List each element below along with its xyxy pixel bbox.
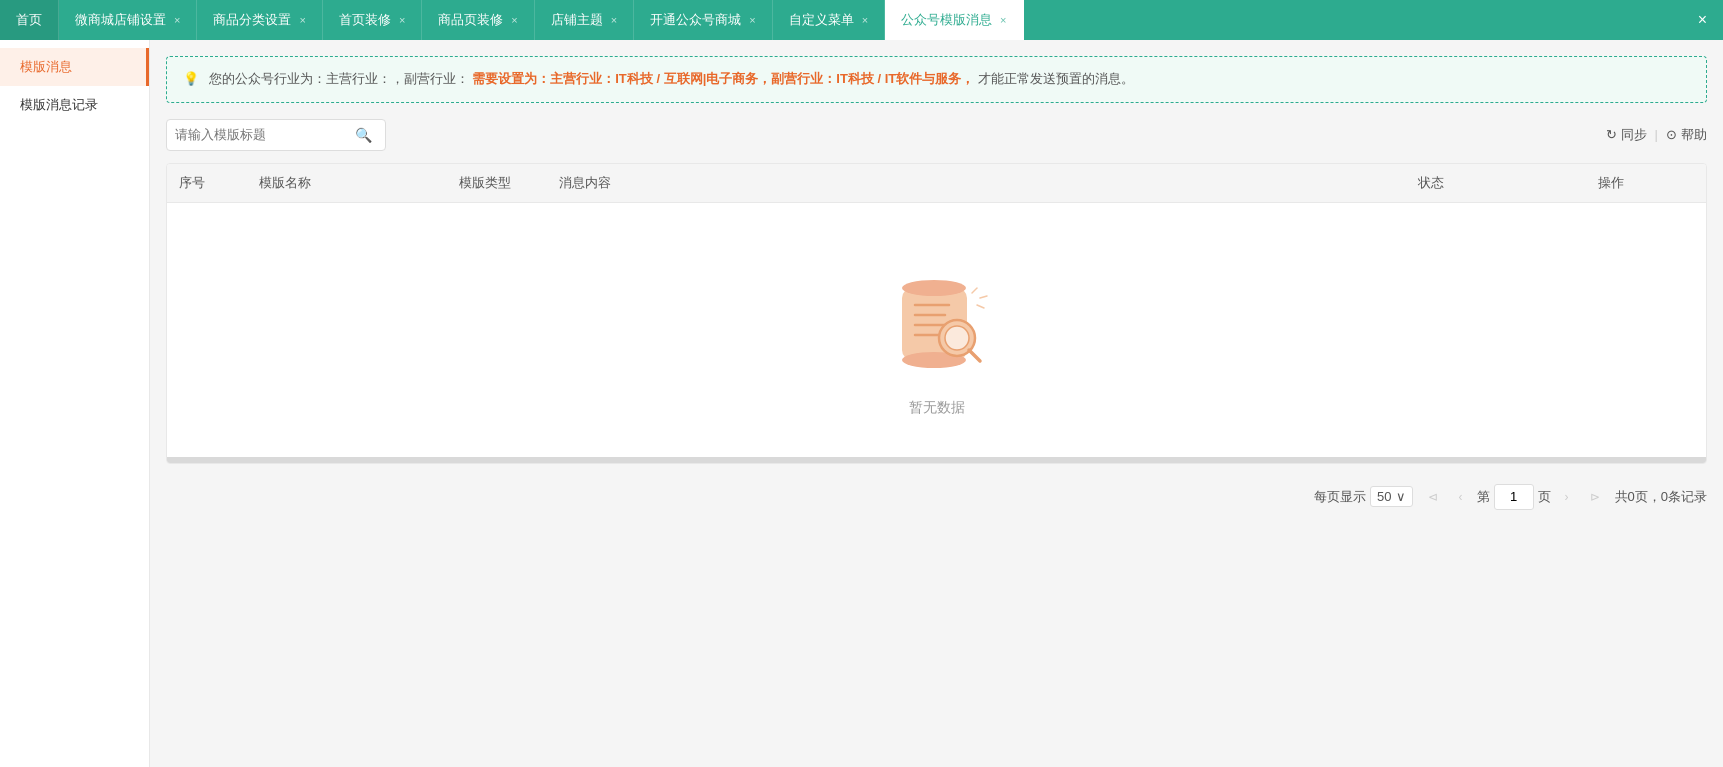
tab-open-shop[interactable]: 开通公众号商城 × bbox=[634, 0, 772, 40]
table-col-content: 消息内容 bbox=[547, 164, 1406, 202]
tab-label: 商品分类设置 bbox=[213, 11, 291, 29]
prev-page-button[interactable]: ‹ bbox=[1449, 485, 1473, 509]
tab-template-msg[interactable]: 公众号模版消息 × bbox=[885, 0, 1023, 40]
next-page-button[interactable]: › bbox=[1555, 485, 1579, 509]
tab-custom-menu[interactable]: 自定义菜单 × bbox=[773, 0, 885, 40]
tab-close-icon[interactable]: × bbox=[399, 14, 405, 26]
main-layout: 模版消息模版消息记录 💡 您的公众号行业为：主营行业：，副营行业： 需要设置为：… bbox=[0, 40, 1723, 767]
tab-product-page[interactable]: 商品页装修 × bbox=[422, 0, 534, 40]
content-area: 💡 您的公众号行业为：主营行业：，副营行业： 需要设置为：主营行业：IT科技 /… bbox=[150, 40, 1723, 767]
sync-icon: ↻ bbox=[1606, 127, 1617, 142]
table-header: 序号模版名称模版类型消息内容状态操作 bbox=[167, 164, 1706, 203]
tab-bar: 首页微商城店铺设置×商品分类设置×首页装修×商品页装修×店铺主题×开通公众号商城… bbox=[0, 0, 1723, 40]
search-input[interactable] bbox=[175, 127, 355, 142]
tab-category[interactable]: 商品分类设置 × bbox=[197, 0, 322, 40]
last-page-button[interactable]: ⊳ bbox=[1583, 485, 1607, 509]
tab-close-icon[interactable]: × bbox=[511, 14, 517, 26]
tab-close-icon[interactable]: × bbox=[1000, 14, 1006, 26]
tab-label: 公众号模版消息 bbox=[901, 11, 992, 29]
tab-home[interactable]: 首页 bbox=[0, 0, 59, 40]
table-col-index: 序号 bbox=[167, 164, 247, 202]
help-icon: ⊙ bbox=[1666, 127, 1677, 142]
close-all-tabs-button[interactable]: × bbox=[1682, 11, 1723, 29]
page-size-value: 50 bbox=[1377, 489, 1391, 504]
svg-line-10 bbox=[969, 350, 980, 361]
notice-text2: 才能正常发送预置的消息。 bbox=[978, 71, 1134, 86]
page-size-select: 每页显示 50 ∨ bbox=[1314, 486, 1412, 507]
chevron-down-icon: ∨ bbox=[1396, 489, 1406, 504]
tab-close-icon[interactable]: × bbox=[299, 14, 305, 26]
tab-close-icon[interactable]: × bbox=[611, 14, 617, 26]
notice-text1: 您的公众号行业为：主营行业：，副营行业： bbox=[209, 71, 469, 86]
tab-label: 开通公众号商城 bbox=[650, 11, 741, 29]
table-col-action: 操作 bbox=[1586, 164, 1706, 202]
table-col-type: 模版类型 bbox=[447, 164, 547, 202]
current-page-input[interactable] bbox=[1494, 484, 1534, 510]
tab-label: 首页 bbox=[16, 11, 42, 29]
divider: | bbox=[1655, 127, 1658, 142]
sidebar-item-template-log[interactable]: 模版消息记录 bbox=[0, 86, 149, 124]
tab-homepage[interactable]: 首页装修 × bbox=[323, 0, 422, 40]
tab-theme[interactable]: 店铺主题 × bbox=[535, 0, 634, 40]
svg-line-13 bbox=[980, 296, 987, 298]
tab-label: 自定义菜单 bbox=[789, 11, 854, 29]
empty-state: 暂无数据 bbox=[167, 203, 1706, 457]
search-bar: 🔍 ↻ 同步 | ⊙ 帮助 bbox=[166, 119, 1707, 151]
tab-label: 首页装修 bbox=[339, 11, 391, 29]
table-col-name: 模版名称 bbox=[247, 164, 447, 202]
table-col-status: 状态 bbox=[1406, 164, 1586, 202]
notice-highlight: 需要设置为：主营行业：IT科技 / 互联网|电子商务，副营行业：IT科技 / I… bbox=[472, 71, 974, 86]
pagination: 每页显示 50 ∨ ⊲ ‹ 第 页 › ⊳ 共0页，0条记录 bbox=[166, 476, 1707, 518]
data-table: 序号模版名称模版类型消息内容状态操作 bbox=[166, 163, 1707, 464]
tab-label: 店铺主题 bbox=[551, 11, 603, 29]
svg-line-14 bbox=[977, 305, 984, 308]
page-size-dropdown[interactable]: 50 ∨ bbox=[1370, 486, 1412, 507]
empty-illustration bbox=[877, 263, 997, 383]
search-icon[interactable]: 🔍 bbox=[355, 127, 372, 143]
sidebar-item-template-msg[interactable]: 模版消息 bbox=[0, 48, 149, 86]
help-button[interactable]: ⊙ 帮助 bbox=[1666, 126, 1707, 144]
search-input-wrapper: 🔍 bbox=[166, 119, 386, 151]
total-count: 共0页，0条记录 bbox=[1615, 488, 1707, 506]
search-actions: ↻ 同步 | ⊙ 帮助 bbox=[1606, 126, 1707, 144]
first-page-button[interactable]: ⊲ bbox=[1421, 485, 1445, 509]
page-label-first: 第 bbox=[1477, 488, 1490, 506]
help-label: 帮助 bbox=[1681, 126, 1707, 144]
horizontal-scrollbar[interactable] bbox=[167, 457, 1706, 463]
page-size-label: 每页显示 bbox=[1314, 488, 1366, 506]
tab-close-icon[interactable]: × bbox=[749, 14, 755, 26]
empty-text: 暂无数据 bbox=[909, 399, 965, 417]
page-navigation: ⊲ ‹ 第 页 › ⊳ bbox=[1421, 484, 1607, 510]
sync-label: 同步 bbox=[1621, 126, 1647, 144]
sidebar: 模版消息模版消息记录 bbox=[0, 40, 150, 767]
svg-point-2 bbox=[902, 280, 966, 296]
tab-close-icon[interactable]: × bbox=[174, 14, 180, 26]
notice-icon: 💡 bbox=[183, 71, 199, 86]
tab-label: 商品页装修 bbox=[438, 11, 503, 29]
tab-label: 微商城店铺设置 bbox=[75, 11, 166, 29]
tab-wshop[interactable]: 微商城店铺设置 × bbox=[59, 0, 197, 40]
notice-banner: 💡 您的公众号行业为：主营行业：，副营行业： 需要设置为：主营行业：IT科技 /… bbox=[166, 56, 1707, 103]
page-label-second: 页 bbox=[1538, 488, 1551, 506]
sync-button[interactable]: ↻ 同步 bbox=[1606, 126, 1647, 144]
tab-close-icon[interactable]: × bbox=[862, 14, 868, 26]
svg-line-12 bbox=[972, 288, 977, 293]
